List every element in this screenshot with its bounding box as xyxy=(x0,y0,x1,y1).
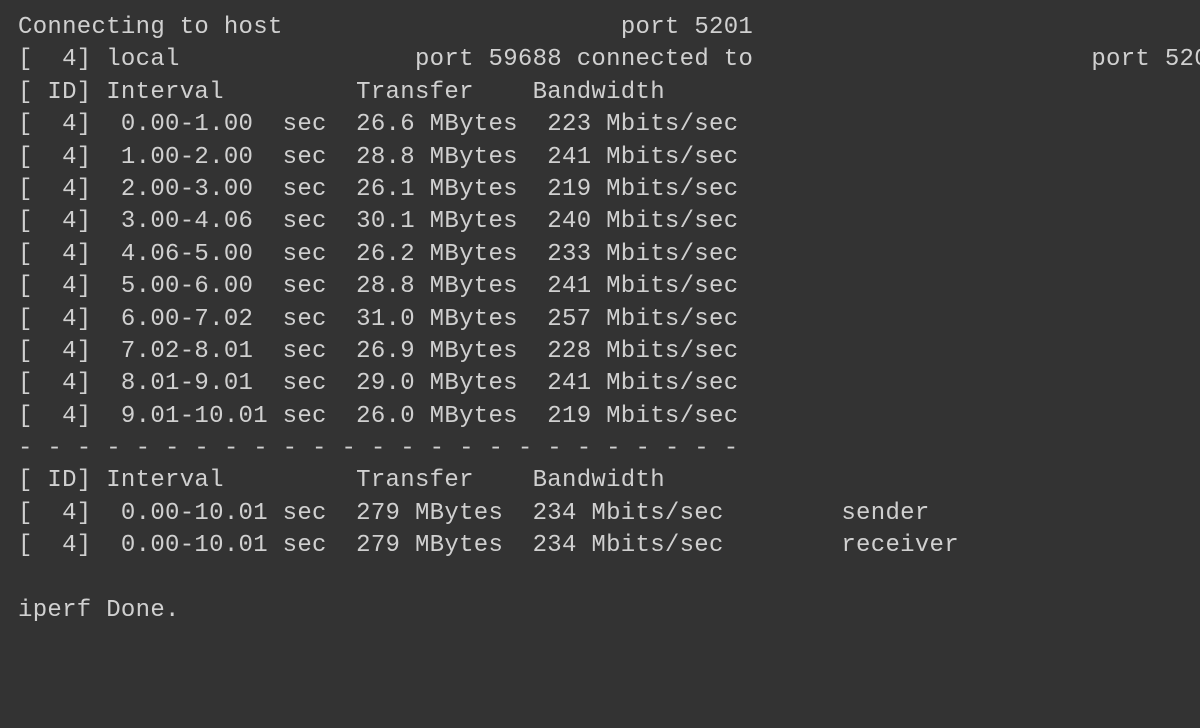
local-line: [ 4] local port 59688 connected to port … xyxy=(18,44,1182,76)
interval-row: [ 4] 1.00-2.00 sec 28.8 MBytes 241 Mbits… xyxy=(18,142,1182,174)
connecting-prefix: Connecting to host xyxy=(18,14,283,41)
separator-line: - - - - - - - - - - - - - - - - - - - - … xyxy=(18,433,1182,465)
connected-to: connected to xyxy=(577,46,753,73)
interval-row: [ 4] 4.06-5.00 sec 26.2 MBytes 233 Mbits… xyxy=(18,239,1182,271)
done-line: iperf Done. xyxy=(18,595,1182,627)
summary-row: [ 4] 0.00-10.01 sec 279 MBytes 234 Mbits… xyxy=(18,498,1182,530)
interval-row: [ 4] 0.00-1.00 sec 26.6 MBytes 223 Mbits… xyxy=(18,109,1182,141)
summary-row: [ 4] 0.00-10.01 sec 279 MBytes 234 Mbits… xyxy=(18,530,1182,562)
connecting-port-label: port xyxy=(621,14,680,41)
summary-header: [ ID] Interval Transfer Bandwidth xyxy=(18,465,1182,497)
interval-row: [ 4] 5.00-6.00 sec 28.8 MBytes 241 Mbits… xyxy=(18,271,1182,303)
connecting-line: Connecting to host port 5201 xyxy=(18,12,1182,44)
remote-port-label: port xyxy=(1091,46,1150,73)
interval-row: [ 4] 2.00-3.00 sec 26.1 MBytes 219 Mbits… xyxy=(18,174,1182,206)
interval-rows: [ 4] 0.00-1.00 sec 26.6 MBytes 223 Mbits… xyxy=(18,109,1182,433)
summary-rows: [ 4] 0.00-10.01 sec 279 MBytes 234 Mbits… xyxy=(18,498,1182,563)
interval-row: [ 4] 8.01-9.01 sec 29.0 MBytes 241 Mbits… xyxy=(18,368,1182,400)
connecting-port: 5201 xyxy=(694,14,753,41)
local-prefix: [ 4] local xyxy=(18,46,180,73)
columns-header: [ ID] Interval Transfer Bandwidth xyxy=(18,77,1182,109)
interval-row: [ 4] 3.00-4.06 sec 30.1 MBytes 240 Mbits… xyxy=(18,206,1182,238)
interval-row: [ 4] 6.00-7.02 sec 31.0 MBytes 257 Mbits… xyxy=(18,304,1182,336)
interval-row: [ 4] 7.02-8.01 sec 26.9 MBytes 228 Mbits… xyxy=(18,336,1182,368)
remote-port: 5201 xyxy=(1165,46,1200,73)
interval-row: [ 4] 9.01-10.01 sec 26.0 MBytes 219 Mbit… xyxy=(18,401,1182,433)
local-port: 59688 xyxy=(489,46,563,73)
local-port-label: port xyxy=(415,46,474,73)
terminal-output: Connecting to host port 5201 [ 4] local … xyxy=(18,12,1182,627)
blank-line xyxy=(18,563,1182,595)
